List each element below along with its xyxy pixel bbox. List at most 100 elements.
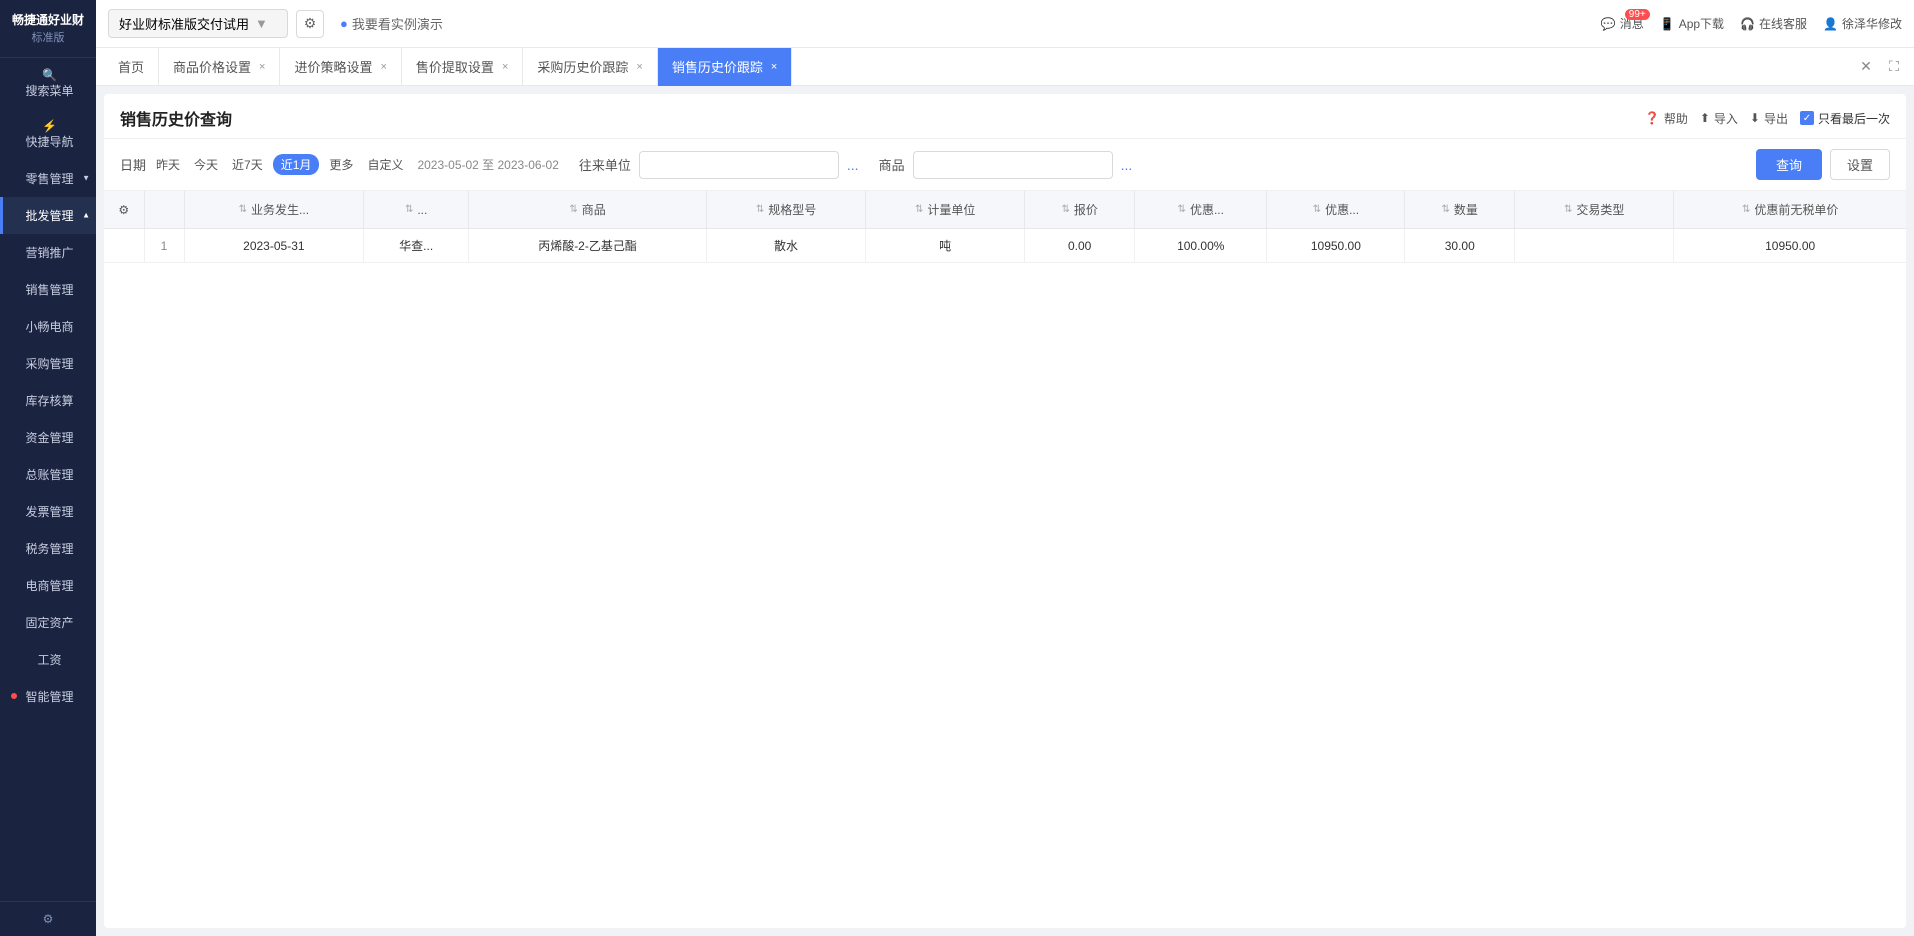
source-filter-input[interactable] [639, 151, 839, 179]
tab-purchase-history-close[interactable]: × [636, 61, 642, 73]
th-pretax-price[interactable]: ⇅ 优惠前无税单价 [1674, 191, 1906, 229]
source-filter-section: 往来单位 ... [579, 151, 859, 179]
th-business-date[interactable]: ⇅ 业务发生... [184, 191, 364, 229]
xiaochang-label: 小畅电商 [25, 318, 73, 335]
date-btn-today[interactable]: 今天 [190, 154, 222, 175]
sidebar-item-xiaochang[interactable]: 小畅电商 [0, 308, 96, 345]
sort-transaction-icon: ⇅ [1564, 204, 1572, 215]
table-row[interactable]: 1 2023-05-31 华查... 丙烯酸-2-乙基己酯 散水 吨 0.00 … [104, 229, 1906, 263]
row-more: 华查... [364, 229, 469, 263]
search-icon: 🔍 [42, 68, 57, 82]
sidebar: 畅捷通好业财 标准版 🔍 搜索菜单 ⚡ 快捷导航 零售管理 批发管理 营销推广 … [0, 0, 96, 936]
tab-price-setting[interactable]: 商品价格设置 × [159, 48, 280, 86]
th-spec[interactable]: ⇅ 规格型号 [706, 191, 865, 229]
row-unit: 吨 [866, 229, 1025, 263]
product-filter-section: 商品 ... [879, 151, 1133, 179]
topbar: 好业财标准版交付试用 ▼ ⚙ ● 我要看实例演示 💬 消息 99+ 📱 App下… [96, 0, 1914, 48]
demo-button[interactable]: ● 我要看实例演示 [340, 14, 443, 33]
sidebar-item-tax[interactable]: 税务管理 [0, 530, 96, 567]
th-more[interactable]: ⇅ ... [364, 191, 469, 229]
query-button[interactable]: 查询 [1756, 149, 1822, 180]
th-pretax-price-label: 优惠前无税单价 [1754, 201, 1838, 218]
help-button[interactable]: ❓ 帮助 [1645, 110, 1688, 127]
date-btn-7days[interactable]: 近7天 [228, 154, 267, 175]
sort-price-icon: ⇅ [1061, 204, 1069, 215]
import-button[interactable]: ⬆ 导入 [1700, 110, 1738, 127]
setting-button[interactable]: 设置 [1830, 149, 1890, 180]
export-button[interactable]: ⬇ 导出 [1750, 110, 1788, 127]
date-btn-more[interactable]: 更多 [325, 154, 357, 175]
workspace-gear-button[interactable]: ⚙ [296, 10, 324, 38]
sidebar-item-purchase[interactable]: 采购管理 [0, 345, 96, 382]
sidebar-item-assets[interactable]: 固定资产 [0, 604, 96, 641]
sort-quantity-icon: ⇅ [1442, 204, 1450, 215]
tab-purchase-history[interactable]: 采购历史价跟踪 × [523, 48, 657, 86]
tab-sale-extract[interactable]: 售价提取设置 × [402, 48, 523, 86]
product-filter-dots[interactable]: ... [1121, 157, 1133, 173]
demo-label: 我要看实例演示 [352, 14, 443, 33]
th-gear: ⚙ [104, 191, 144, 229]
smart-dot [11, 693, 17, 699]
sidebar-item-ecommerce[interactable]: 电商管理 [0, 567, 96, 604]
sort-discount1-icon: ⇅ [1178, 204, 1186, 215]
product-filter-input[interactable] [913, 151, 1113, 179]
retail-label: 零售管理 [25, 170, 73, 187]
app-download-button[interactable]: 📱 App下载 [1660, 15, 1724, 32]
app-download-label: App下载 [1679, 15, 1724, 32]
tab-price-setting-close[interactable]: × [259, 61, 265, 73]
row-pretax-price: 10950.00 [1674, 229, 1906, 263]
sidebar-item-quicknav[interactable]: ⚡ 快捷导航 [0, 109, 96, 160]
th-quantity[interactable]: ⇅ 数量 [1405, 191, 1515, 229]
th-discount2[interactable]: ⇅ 优惠... [1267, 191, 1405, 229]
online-service-button[interactable]: 🎧 在线客服 [1740, 15, 1807, 32]
sidebar-logo: 畅捷通好业财 标准版 [0, 0, 96, 58]
th-unit[interactable]: ⇅ 计量单位 [866, 191, 1025, 229]
row-gear [104, 229, 144, 263]
sidebar-item-retail[interactable]: 零售管理 [0, 160, 96, 197]
tab-sale-history[interactable]: 销售历史价跟踪 × [658, 48, 792, 86]
user-avatar[interactable]: 👤 徐泽华修改 [1823, 15, 1902, 32]
date-btn-yesterday[interactable]: 昨天 [152, 154, 184, 175]
sidebar-item-search[interactable]: 🔍 搜索菜单 [0, 58, 96, 109]
date-btn-1month[interactable]: 近1月 [273, 154, 320, 175]
th-discount1[interactable]: ⇅ 优惠... [1135, 191, 1267, 229]
sidebar-item-capital[interactable]: 资金管理 [0, 419, 96, 456]
chevron-down-icon: ▼ [255, 16, 268, 31]
capital-label: 资金管理 [25, 429, 73, 446]
sidebar-item-wholesale[interactable]: 批发管理 [0, 197, 96, 234]
tab-close-window[interactable]: ✕ [1854, 55, 1878, 79]
sidebar-item-smart[interactable]: 智能管理 [0, 678, 96, 715]
only-last-checkbox[interactable]: ✓ 只看最后一次 [1800, 110, 1890, 127]
row-product: 丙烯酸-2-乙基己酯 [469, 229, 707, 263]
tab-fullscreen[interactable]: ⛶ [1882, 55, 1906, 79]
tab-sale-extract-close[interactable]: × [502, 61, 508, 73]
source-filter-dots[interactable]: ... [847, 157, 859, 173]
date-range-display: 2023-05-02 至 2023-06-02 [417, 156, 558, 173]
sidebar-item-inventory[interactable]: 库存核算 [0, 382, 96, 419]
tab-purchase-strategy-close[interactable]: × [380, 61, 386, 73]
tab-sale-history-close[interactable]: × [771, 61, 777, 73]
online-service-label: 在线客服 [1759, 15, 1807, 32]
settings-icon: ⚙ [43, 912, 54, 926]
salary-label: 工资 [37, 651, 61, 668]
sidebar-item-sales[interactable]: 销售管理 [0, 271, 96, 308]
ecommerce-label: 电商管理 [25, 577, 73, 594]
sidebar-item-salary[interactable]: 工资 [0, 641, 96, 678]
row-discount1: 100.00% [1135, 229, 1267, 263]
tab-purchase-strategy[interactable]: 进价策略设置 × [280, 48, 401, 86]
sidebar-item-ledger[interactable]: 总账管理 [0, 456, 96, 493]
th-num [144, 191, 184, 229]
tab-home[interactable]: 首页 [104, 48, 159, 86]
app-name: 畅捷通好业财 [12, 12, 84, 29]
sidebar-item-invoice[interactable]: 发票管理 [0, 493, 96, 530]
sidebar-settings[interactable]: ⚙ [0, 901, 96, 936]
th-transaction-type[interactable]: ⇅ 交易类型 [1515, 191, 1674, 229]
th-price[interactable]: ⇅ 报价 [1025, 191, 1135, 229]
message-button[interactable]: 💬 消息 99+ [1601, 15, 1644, 32]
th-product[interactable]: ⇅ 商品 [469, 191, 707, 229]
workspace-select[interactable]: 好业财标准版交付试用 ▼ [108, 9, 288, 38]
sidebar-item-marketing[interactable]: 营销推广 [0, 234, 96, 271]
date-btn-custom[interactable]: 自定义 [363, 154, 407, 175]
inventory-label: 库存核算 [25, 392, 73, 409]
ledger-label: 总账管理 [25, 466, 73, 483]
